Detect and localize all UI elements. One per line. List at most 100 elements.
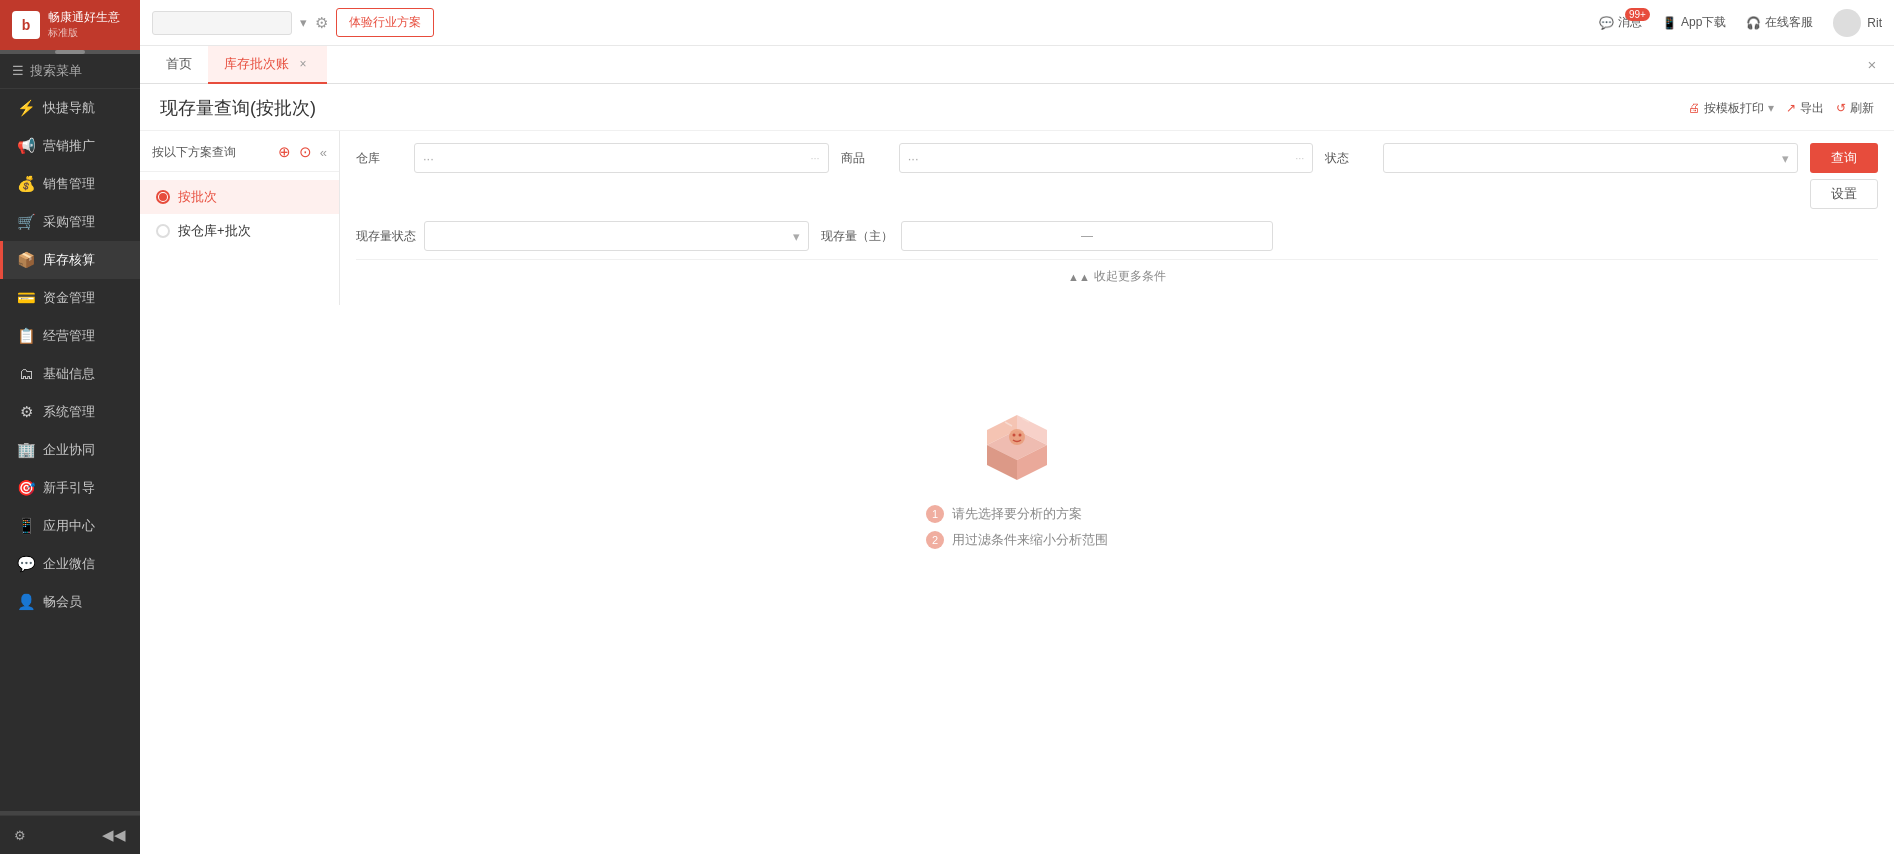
row2: 现存量状态 ▾ 现存量（主） — <box>356 221 1878 251</box>
operations-icon: 📋 <box>17 327 35 345</box>
main-area: ▾ ⚙ 体验行业方案 💬 消息 99+ 📱 App下载 🎧 在线客服 Rit <box>140 0 1894 854</box>
status-field: 状态 ▾ <box>1325 143 1798 173</box>
export-button[interactable]: ↗ 导出 <box>1786 100 1824 117</box>
settings-icon[interactable]: ⚙ <box>14 828 26 843</box>
app-name: 畅康通好生意 <box>48 10 120 26</box>
filter-sidebar: 按以下方案查询 ⊕ ⊙ « 按批次 按仓库+批次 <box>140 131 340 305</box>
inventory-status-select[interactable]: ▾ <box>424 221 809 251</box>
radio-by-batch <box>156 190 170 204</box>
status-chevron-icon: ▾ <box>1782 151 1789 166</box>
filter-collapse-icon[interactable]: « <box>320 145 327 160</box>
empty-illustration <box>967 385 1067 485</box>
member-icon: 👤 <box>17 593 35 611</box>
collapse-more-button[interactable]: ▲▲ 收起更多条件 <box>356 259 1878 293</box>
sidebar-item-inventory[interactable]: 📦 库存核算 <box>0 241 140 279</box>
print-dropdown-icon[interactable]: ▾ <box>1768 101 1774 115</box>
messages-button[interactable]: 💬 消息 99+ <box>1599 14 1642 31</box>
page-header: 现存量查询(按批次) 🖨 按模板打印 ▾ ↗ 导出 ↺ 刷新 <box>140 84 1894 131</box>
sidebar-item-purchase[interactable]: 🛒 采购管理 <box>0 203 140 241</box>
sidebar-search[interactable]: ☰ 搜索菜单 <box>0 54 140 89</box>
sidebar-item-system[interactable]: ⚙ 系统管理 <box>0 393 140 431</box>
svg-point-7 <box>1019 434 1022 437</box>
sidebar-item-quick-nav[interactable]: ⚡ 快捷导航 <box>0 89 140 127</box>
warehouse-input[interactable]: ··· ··· <box>414 143 829 173</box>
svg-point-6 <box>1013 434 1016 437</box>
product-label: 商品 <box>841 150 891 167</box>
phone-icon: 📱 <box>1662 16 1677 30</box>
printer-icon: 🖨 <box>1688 101 1700 115</box>
empty-state: 1 请先选择要分析的方案 2 用过滤条件来缩小分析范围 <box>140 305 1894 629</box>
guide-icon: 🎯 <box>17 479 35 497</box>
export-icon: ↗ <box>1786 101 1796 115</box>
headset-icon: 🎧 <box>1746 16 1761 30</box>
status-select[interactable]: ▾ <box>1383 143 1798 173</box>
warehouse-label: 仓库 <box>356 150 406 167</box>
app-version: 标准版 <box>48 26 120 40</box>
refresh-button[interactable]: ↺ 刷新 <box>1836 100 1874 117</box>
settings-button[interactable]: 设置 <box>1810 179 1878 209</box>
sales-icon: 💰 <box>17 175 35 193</box>
sidebar-item-marketing[interactable]: 📢 营销推广 <box>0 127 140 165</box>
filter-sidebar-header: 按以下方案查询 ⊕ ⊙ « <box>140 143 339 172</box>
topbar-dropdown-icon[interactable]: ▾ <box>300 15 307 30</box>
filter-option-by-batch[interactable]: 按批次 <box>140 180 339 214</box>
app-download-button[interactable]: 📱 App下载 <box>1662 14 1726 31</box>
inventory-qty-field: 现存量（主） — <box>821 221 1274 251</box>
empty-hint-1: 1 请先选择要分析的方案 <box>926 505 1108 523</box>
online-service-button[interactable]: 🎧 在线客服 <box>1746 14 1813 31</box>
wechat-icon: 💬 <box>17 555 35 573</box>
sidebar-item-basics[interactable]: 🗂 基础信息 <box>0 355 140 393</box>
status-label: 状态 <box>1325 150 1375 167</box>
query-button[interactable]: 查询 <box>1810 143 1878 173</box>
add-filter-icon[interactable]: ⊕ <box>278 143 291 161</box>
inventory-qty-range[interactable]: — <box>901 221 1274 251</box>
marketing-icon: 📢 <box>17 137 35 155</box>
app-logo: b <box>12 11 40 39</box>
inventory-qty-to[interactable] <box>1097 229 1264 243</box>
product-input[interactable]: ··· ··· <box>899 143 1314 173</box>
user-avatar-button[interactable]: Rit <box>1833 9 1882 37</box>
sidebar-item-sales[interactable]: 💰 销售管理 <box>0 165 140 203</box>
collapse-chevron-icon: ▲▲ <box>1068 271 1090 283</box>
sidebar-item-operations[interactable]: 📋 经营管理 <box>0 317 140 355</box>
tab-home[interactable]: 首页 <box>150 46 208 84</box>
sidebar-header: b 畅康通好生意 标准版 <box>0 0 140 50</box>
topbar-right: 💬 消息 99+ 📱 App下载 🎧 在线客服 Rit <box>1599 9 1882 37</box>
flash-icon: ⚡ <box>17 99 35 117</box>
tabs-bar: 首页 库存批次账 × × <box>140 46 1894 84</box>
product-more-icon: ··· <box>1295 152 1304 164</box>
page-header-actions: 🖨 按模板打印 ▾ ↗ 导出 ↺ 刷新 <box>1688 100 1874 117</box>
page-title: 现存量查询(按批次) <box>160 96 316 120</box>
inventory-status-label: 现存量状态 <box>356 228 416 245</box>
sidebar-item-apps[interactable]: 📱 应用中心 <box>0 507 140 545</box>
tab-inventory-batch[interactable]: 库存批次账 × <box>208 46 327 84</box>
sidebar-item-guide[interactable]: 🎯 新手引导 <box>0 469 140 507</box>
finance-icon: 💳 <box>17 289 35 307</box>
filter-main: 仓库 ··· ··· 商品 ··· ··· <box>340 131 1894 305</box>
svg-point-5 <box>1009 429 1025 445</box>
topbar-gear-icon[interactable]: ⚙ <box>315 14 328 32</box>
topbar: ▾ ⚙ 体验行业方案 💬 消息 99+ 📱 App下载 🎧 在线客服 Rit <box>140 0 1894 46</box>
tab-active-label: 库存批次账 <box>224 55 289 73</box>
sidebar-item-enterprise[interactable]: 🏢 企业协同 <box>0 431 140 469</box>
inventory-qty-from[interactable] <box>910 229 1077 243</box>
page-content: 现存量查询(按批次) 🖨 按模板打印 ▾ ↗ 导出 ↺ 刷新 <box>140 84 1894 854</box>
tab-close-icon[interactable]: × <box>295 56 311 72</box>
sidebar-item-wechat[interactable]: 💬 企业微信 <box>0 545 140 583</box>
experience-button[interactable]: 体验行业方案 <box>336 8 434 37</box>
message-icon: 💬 <box>1599 16 1614 30</box>
filter-settings-icon[interactable]: ⊙ <box>299 143 312 161</box>
inventory-qty-label: 现存量（主） <box>821 228 893 245</box>
sidebar-item-finance[interactable]: 💳 资金管理 <box>0 279 140 317</box>
filter-option-by-warehouse-batch[interactable]: 按仓库+批次 <box>140 214 339 248</box>
warehouse-field: 仓库 ··· ··· <box>356 143 829 173</box>
topbar-search-input[interactable] <box>152 11 292 35</box>
sidebar-item-member[interactable]: 👤 畅会员 <box>0 583 140 621</box>
refresh-icon: ↺ <box>1836 101 1846 115</box>
apps-icon: 📱 <box>17 517 35 535</box>
print-button[interactable]: 🖨 按模板打印 ▾ <box>1688 100 1774 117</box>
inventory-status-chevron-icon: ▾ <box>793 229 800 244</box>
product-field: 商品 ··· ··· <box>841 143 1314 173</box>
tabs-close-all-button[interactable]: × <box>1860 53 1884 77</box>
collapse-sidebar-icon[interactable]: ◀◀ <box>102 826 126 844</box>
